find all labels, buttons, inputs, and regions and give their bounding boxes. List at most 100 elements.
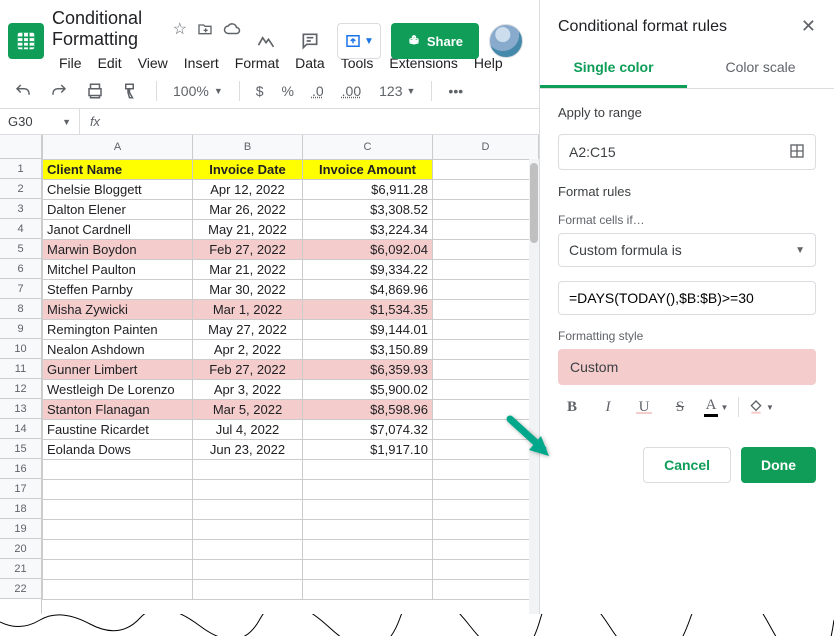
row-header[interactable]: 14: [0, 419, 41, 439]
row-header[interactable]: 19: [0, 519, 41, 539]
doc-title[interactable]: Conditional Formatting: [52, 8, 163, 50]
row-header[interactable]: 2: [0, 179, 41, 199]
cell[interactable]: Westleigh De Lorenzo: [43, 379, 193, 399]
cell[interactable]: [303, 579, 433, 599]
cell[interactable]: Mar 5, 2022: [193, 399, 303, 419]
cell[interactable]: $3,224.34: [303, 219, 433, 239]
cell[interactable]: [303, 559, 433, 579]
row-header[interactable]: 5: [0, 239, 41, 259]
name-box[interactable]: G30▼: [0, 109, 80, 134]
cell[interactable]: [433, 159, 539, 179]
table-row[interactable]: Steffen ParnbyMar 30, 2022$4,869.96: [43, 279, 539, 299]
cell[interactable]: [303, 539, 433, 559]
cell[interactable]: Steffen Parnby: [43, 279, 193, 299]
cell[interactable]: Stanton Flanagan: [43, 399, 193, 419]
vertical-scrollbar[interactable]: [529, 159, 539, 636]
table-row[interactable]: Stanton FlanaganMar 5, 2022$8,598.96: [43, 399, 539, 419]
redo-icon[interactable]: [46, 80, 72, 102]
table-row[interactable]: Client NameInvoice DateInvoice Amount: [43, 159, 539, 179]
cell[interactable]: Mar 21, 2022: [193, 259, 303, 279]
row-header[interactable]: 1: [0, 159, 41, 179]
cell[interactable]: Chelsie Bloggett: [43, 179, 193, 199]
cell[interactable]: Apr 12, 2022: [193, 179, 303, 199]
sheets-logo[interactable]: [8, 23, 44, 59]
cell[interactable]: [433, 359, 539, 379]
cell[interactable]: Eolanda Dows: [43, 439, 193, 459]
cell[interactable]: May 27, 2022: [193, 319, 303, 339]
strike-button[interactable]: S: [666, 393, 694, 421]
paint-format-icon[interactable]: [118, 80, 144, 102]
table-row[interactable]: Misha ZywickiMar 1, 2022$1,534.35: [43, 299, 539, 319]
cell[interactable]: $4,869.96: [303, 279, 433, 299]
cell[interactable]: Misha Zywicki: [43, 299, 193, 319]
cell[interactable]: [43, 579, 193, 599]
cell[interactable]: $9,334.22: [303, 259, 433, 279]
table-row[interactable]: Chelsie BloggettApr 12, 2022$6,911.28: [43, 179, 539, 199]
table-row[interactable]: Eolanda DowsJun 23, 2022$1,917.10: [43, 439, 539, 459]
table-row[interactable]: Janot CardnellMay 21, 2022$3,224.34: [43, 219, 539, 239]
cell[interactable]: [43, 479, 193, 499]
tab-single-color[interactable]: Single color: [540, 49, 687, 88]
cell[interactable]: [433, 279, 539, 299]
cell[interactable]: [303, 519, 433, 539]
cell[interactable]: $3,150.89: [303, 339, 433, 359]
cell[interactable]: $1,917.10: [303, 439, 433, 459]
cell[interactable]: [433, 479, 539, 499]
bold-button[interactable]: B: [558, 393, 586, 421]
cell[interactable]: [433, 379, 539, 399]
cell[interactable]: Mar 1, 2022: [193, 299, 303, 319]
table-row[interactable]: [43, 519, 539, 539]
cell[interactable]: [303, 499, 433, 519]
menu-file[interactable]: File: [52, 52, 89, 74]
table-row[interactable]: [43, 559, 539, 579]
avatar[interactable]: [489, 24, 523, 58]
row-header[interactable]: 18: [0, 499, 41, 519]
cell[interactable]: [433, 299, 539, 319]
cell[interactable]: $8,598.96: [303, 399, 433, 419]
range-input[interactable]: A2:C15: [558, 134, 816, 170]
col-header-B[interactable]: B: [193, 135, 303, 159]
cell[interactable]: [193, 479, 303, 499]
percent-button[interactable]: %: [278, 81, 298, 101]
cell[interactable]: [43, 519, 193, 539]
cell[interactable]: $6,911.28: [303, 179, 433, 199]
table-row[interactable]: Marwin BoydonFeb 27, 2022$6,092.04: [43, 239, 539, 259]
cell[interactable]: [433, 239, 539, 259]
cell[interactable]: [43, 499, 193, 519]
done-button[interactable]: Done: [741, 447, 816, 483]
range-select-icon[interactable]: [789, 143, 805, 162]
cell[interactable]: Apr 3, 2022: [193, 379, 303, 399]
table-row[interactable]: [43, 499, 539, 519]
cell[interactable]: Invoice Date: [193, 159, 303, 179]
undo-icon[interactable]: [10, 80, 36, 102]
cell[interactable]: Gunner Limbert: [43, 359, 193, 379]
comments-icon[interactable]: [293, 24, 327, 58]
toolbar-more-icon[interactable]: •••: [444, 81, 467, 101]
col-header-C[interactable]: C: [303, 135, 433, 159]
cell[interactable]: [433, 199, 539, 219]
table-row[interactable]: Gunner LimbertFeb 27, 2022$6,359.93: [43, 359, 539, 379]
cell[interactable]: [43, 539, 193, 559]
cell[interactable]: Client Name: [43, 159, 193, 179]
cell[interactable]: [303, 459, 433, 479]
cell[interactable]: [43, 559, 193, 579]
cell[interactable]: [433, 539, 539, 559]
cell[interactable]: $9,144.01: [303, 319, 433, 339]
cell[interactable]: Nealon Ashdown: [43, 339, 193, 359]
cell[interactable]: Feb 27, 2022: [193, 359, 303, 379]
cell[interactable]: Mitchel Paulton: [43, 259, 193, 279]
col-header-D[interactable]: D: [433, 135, 539, 159]
row-header[interactable]: 16: [0, 459, 41, 479]
tab-color-scale[interactable]: Color scale: [687, 49, 834, 88]
select-all-corner[interactable]: [0, 135, 41, 159]
italic-button[interactable]: I: [594, 393, 622, 421]
cell[interactable]: Marwin Boydon: [43, 239, 193, 259]
row-header[interactable]: 20: [0, 539, 41, 559]
cell[interactable]: Janot Cardnell: [43, 219, 193, 239]
table-row[interactable]: [43, 479, 539, 499]
menu-insert[interactable]: Insert: [177, 52, 226, 74]
row-header[interactable]: 22: [0, 579, 41, 599]
cell[interactable]: [43, 459, 193, 479]
cell[interactable]: $5,900.02: [303, 379, 433, 399]
col-header-A[interactable]: A: [43, 135, 193, 159]
